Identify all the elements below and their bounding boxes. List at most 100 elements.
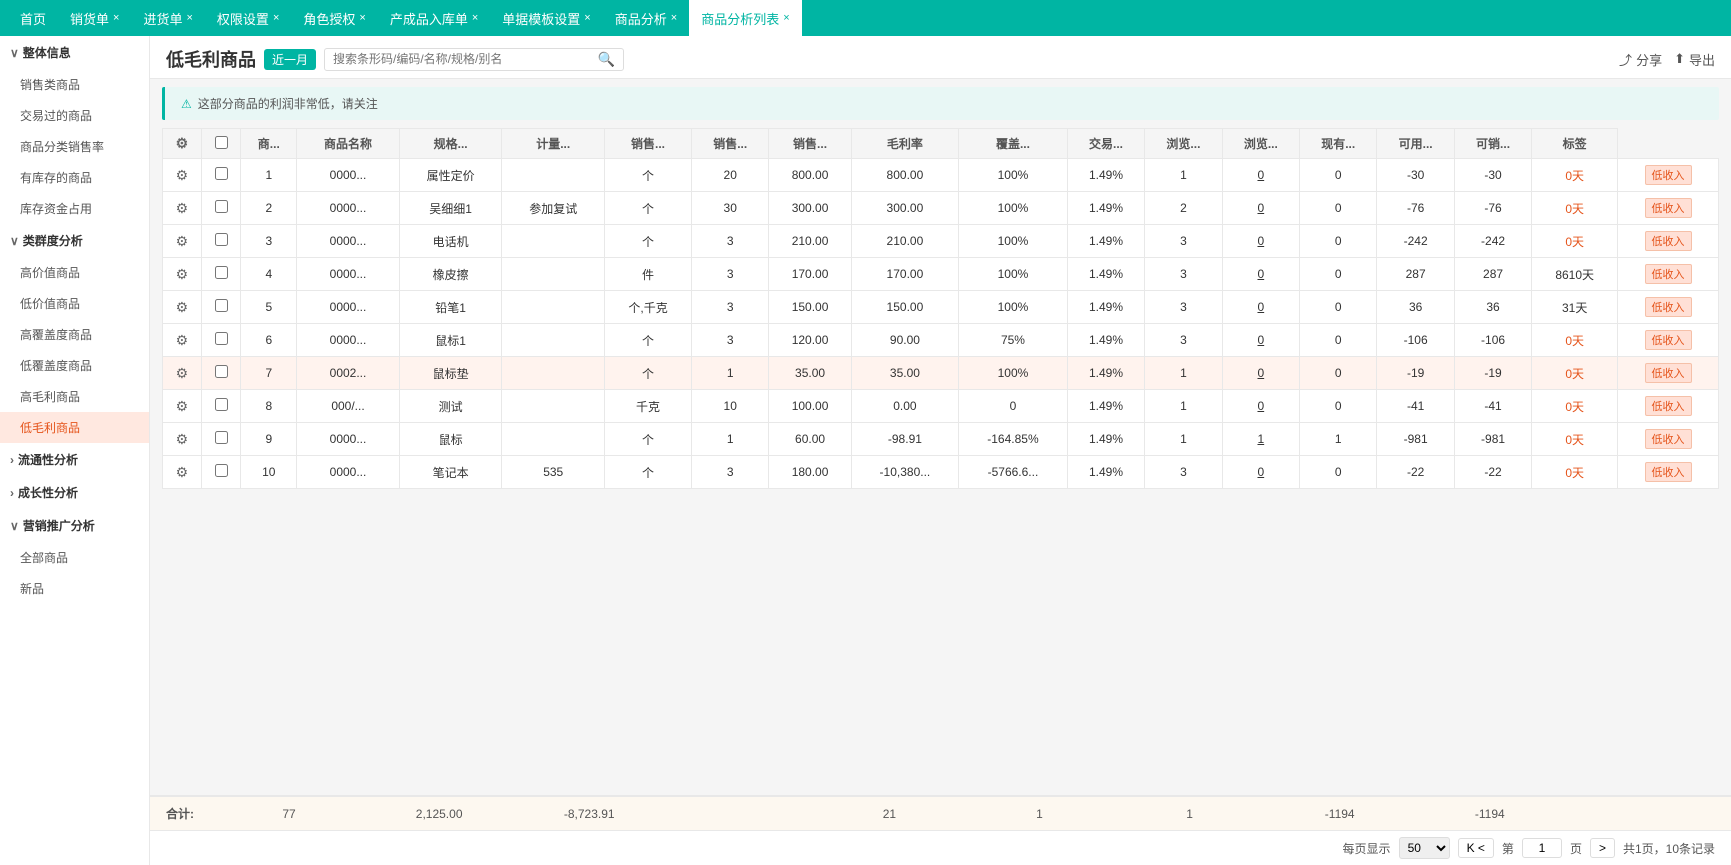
nav-roles[interactable]: 角色授权 ×: [291, 0, 377, 36]
row-spec: 参加复试: [502, 192, 605, 225]
row-select-checkbox[interactable]: [215, 365, 228, 378]
row-select-checkbox[interactable]: [215, 266, 228, 279]
alert-text: 这部分商品的利润非常低，请关注: [198, 95, 378, 112]
row-browse1[interactable]: 0: [1222, 291, 1299, 324]
nav-sales[interactable]: 销货单 ×: [58, 0, 131, 36]
sidebar-item-high-coverage[interactable]: 高覆盖度商品: [0, 319, 149, 350]
row-gear[interactable]: ⚙: [163, 192, 202, 225]
sidebar-group-flow[interactable]: › 流通性分析: [0, 443, 149, 476]
gear-col-header[interactable]: ⚙: [163, 129, 202, 159]
content-area: 低毛利商品 近一月 🔍 ⤴ 分享 ⬆ 导出 ⚠ 这部分商品的利润非常低，请关注: [150, 36, 1731, 865]
row-unit: 个: [605, 357, 692, 390]
sidebar-item-low-margin[interactable]: 低毛利商品: [0, 412, 149, 443]
row-gear[interactable]: ⚙: [163, 291, 202, 324]
share-button[interactable]: ⤴ 分享: [1619, 50, 1662, 69]
row-checkbox[interactable]: [201, 324, 241, 357]
row-select-checkbox[interactable]: [215, 233, 228, 246]
row-checkbox[interactable]: [201, 258, 241, 291]
row-select-checkbox[interactable]: [215, 167, 228, 180]
row-gear[interactable]: ⚙: [163, 324, 202, 357]
close-icon[interactable]: ×: [783, 12, 789, 24]
close-icon[interactable]: ×: [671, 12, 677, 24]
nav-purchase[interactable]: 进货单 ×: [131, 0, 204, 36]
search-icon[interactable]: 🔍: [598, 51, 615, 68]
row-checkbox[interactable]: [201, 456, 241, 489]
arrow-right-icon: ›: [10, 453, 14, 467]
row-browse1[interactable]: 0: [1222, 357, 1299, 390]
row-gear[interactable]: ⚙: [163, 357, 202, 390]
sidebar-item-category-rate[interactable]: 商品分类销售率: [0, 131, 149, 162]
nav-permissions[interactable]: 权限设置 ×: [205, 0, 291, 36]
row-checkbox[interactable]: [201, 423, 241, 456]
row-checkbox[interactable]: [201, 357, 241, 390]
sidebar-group-overall[interactable]: ∨ 整体信息: [0, 36, 149, 69]
close-icon[interactable]: ×: [472, 12, 478, 24]
row-select-checkbox[interactable]: [215, 464, 228, 477]
close-icon[interactable]: ×: [273, 12, 279, 24]
row-browse1[interactable]: 0: [1222, 225, 1299, 258]
row-gear[interactable]: ⚙: [163, 258, 202, 291]
row-browse1[interactable]: 0: [1222, 390, 1299, 423]
sidebar-item-high-margin[interactable]: 高毛利商品: [0, 381, 149, 412]
sidebar-item-high-value[interactable]: 高价值商品: [0, 257, 149, 288]
row-select-checkbox[interactable]: [215, 200, 228, 213]
row-select-checkbox[interactable]: [215, 398, 228, 411]
row-gear[interactable]: ⚙: [163, 423, 202, 456]
nav-home[interactable]: 首页: [8, 0, 58, 36]
select-all-checkbox[interactable]: [215, 136, 228, 149]
sidebar-item-all-products[interactable]: 全部商品: [0, 542, 149, 573]
row-checkbox[interactable]: [201, 159, 241, 192]
row-checkbox[interactable]: [201, 291, 241, 324]
row-select-checkbox[interactable]: [215, 332, 228, 345]
row-checkbox[interactable]: [201, 390, 241, 423]
row-spec: [502, 225, 605, 258]
sidebar-group-cluster[interactable]: ∨ 类群度分析: [0, 224, 149, 257]
close-icon[interactable]: ×: [113, 12, 119, 24]
sidebar-item-sales-products[interactable]: 销售类商品: [0, 69, 149, 100]
period-button[interactable]: 近一月: [264, 49, 316, 70]
row-checkbox[interactable]: [201, 192, 241, 225]
row-gear[interactable]: ⚙: [163, 159, 202, 192]
row-sales-price: 800.00: [769, 159, 851, 192]
row-browse1[interactable]: 0: [1222, 324, 1299, 357]
row-browse1[interactable]: 0: [1222, 456, 1299, 489]
close-icon[interactable]: ×: [359, 12, 365, 24]
sidebar-item-low-value[interactable]: 低价值商品: [0, 288, 149, 319]
sidebar-group-growth[interactable]: › 成长性分析: [0, 476, 149, 509]
nav-analysis-list[interactable]: 商品分析列表 ×: [689, 0, 801, 36]
row-browse1[interactable]: 1: [1222, 423, 1299, 456]
sidebar-item-low-coverage[interactable]: 低覆盖度商品: [0, 350, 149, 381]
row-gear[interactable]: ⚙: [163, 456, 202, 489]
close-icon[interactable]: ×: [584, 12, 590, 24]
row-sales-price: 180.00: [769, 456, 851, 489]
row-select-checkbox[interactable]: [215, 431, 228, 444]
export-button[interactable]: ⬆ 导出: [1674, 50, 1715, 69]
row-cover-rate: 1.49%: [1067, 159, 1144, 192]
sidebar-item-new-products[interactable]: 新品: [0, 573, 149, 604]
footer-trade: 21: [814, 807, 964, 821]
row-usable: -19: [1454, 357, 1531, 390]
row-gear[interactable]: ⚙: [163, 390, 202, 423]
nav-analysis[interactable]: 商品分析 ×: [603, 0, 689, 36]
next-page-button[interactable]: >: [1590, 838, 1615, 858]
checkbox-col-header[interactable]: [201, 129, 241, 159]
per-page-select[interactable]: 50 100 200: [1399, 837, 1450, 859]
nav-template[interactable]: 单据模板设置 ×: [490, 0, 602, 36]
search-box: 🔍: [324, 48, 624, 71]
page-number-input[interactable]: [1522, 838, 1562, 858]
sidebar-item-capital[interactable]: 库存资金占用: [0, 193, 149, 224]
row-browse1[interactable]: 0: [1222, 159, 1299, 192]
sidebar-item-in-stock[interactable]: 有库存的商品: [0, 162, 149, 193]
prev-page-button[interactable]: K <: [1458, 838, 1494, 858]
sidebar-group-marketing[interactable]: ∨ 营销推广分析: [0, 509, 149, 542]
nav-products[interactable]: 产成品入库单 ×: [378, 0, 490, 36]
sidebar-item-traded-products[interactable]: 交易过的商品: [0, 100, 149, 131]
row-checkbox[interactable]: [201, 225, 241, 258]
row-browse1[interactable]: 0: [1222, 192, 1299, 225]
row-select-checkbox[interactable]: [215, 299, 228, 312]
footer-stock-now: -1194: [1265, 807, 1415, 821]
row-gear[interactable]: ⚙: [163, 225, 202, 258]
close-icon[interactable]: ×: [186, 12, 192, 24]
row-browse1[interactable]: 0: [1222, 258, 1299, 291]
search-input[interactable]: [333, 52, 598, 66]
